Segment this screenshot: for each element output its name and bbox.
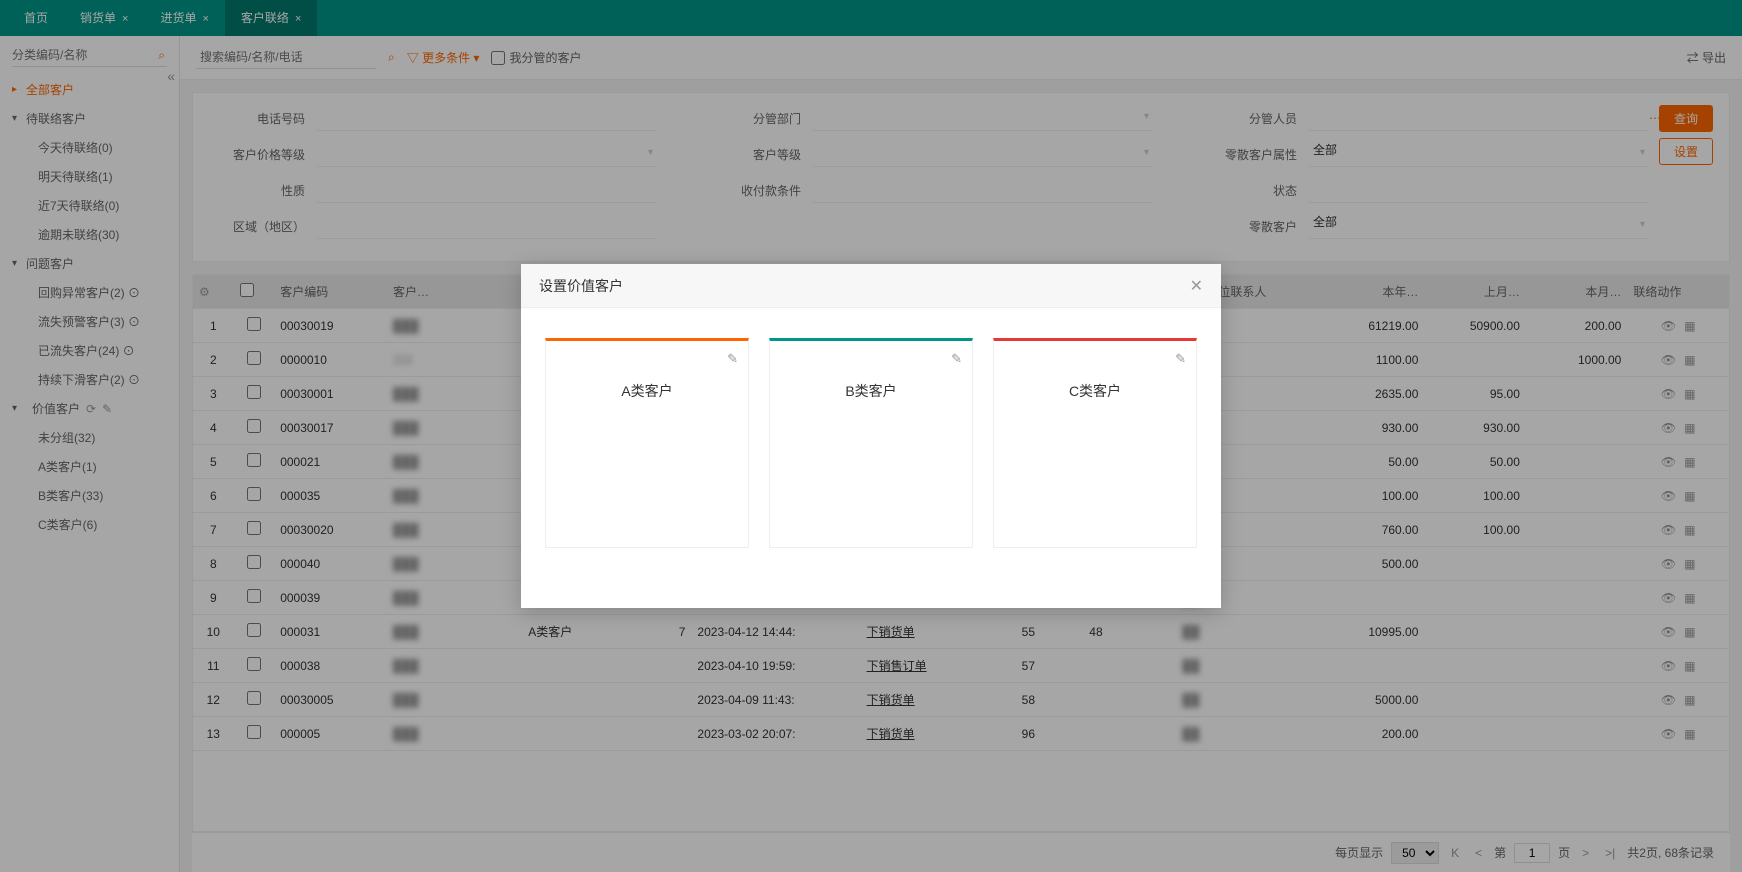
value-card-label: B类客户 [782, 381, 960, 401]
value-card-label: C类客户 [1006, 381, 1184, 401]
edit-icon[interactable]: ✎ [1175, 351, 1186, 367]
close-icon[interactable]: ✕ [1190, 276, 1203, 296]
value-card[interactable]: ✎ B类客户 [769, 338, 973, 548]
value-card-label: A类客户 [558, 381, 736, 401]
modal-title: 设置价值客户 [539, 276, 623, 296]
value-card[interactable]: ✎ A类客户 [545, 338, 749, 548]
edit-icon[interactable]: ✎ [951, 351, 962, 367]
edit-icon[interactable]: ✎ [727, 351, 738, 367]
value-card[interactable]: ✎ C类客户 [993, 338, 1197, 548]
value-customer-modal: 设置价值客户 ✕ ✎ A类客户 ✎ B类客户 ✎ C类客户 [521, 264, 1221, 608]
